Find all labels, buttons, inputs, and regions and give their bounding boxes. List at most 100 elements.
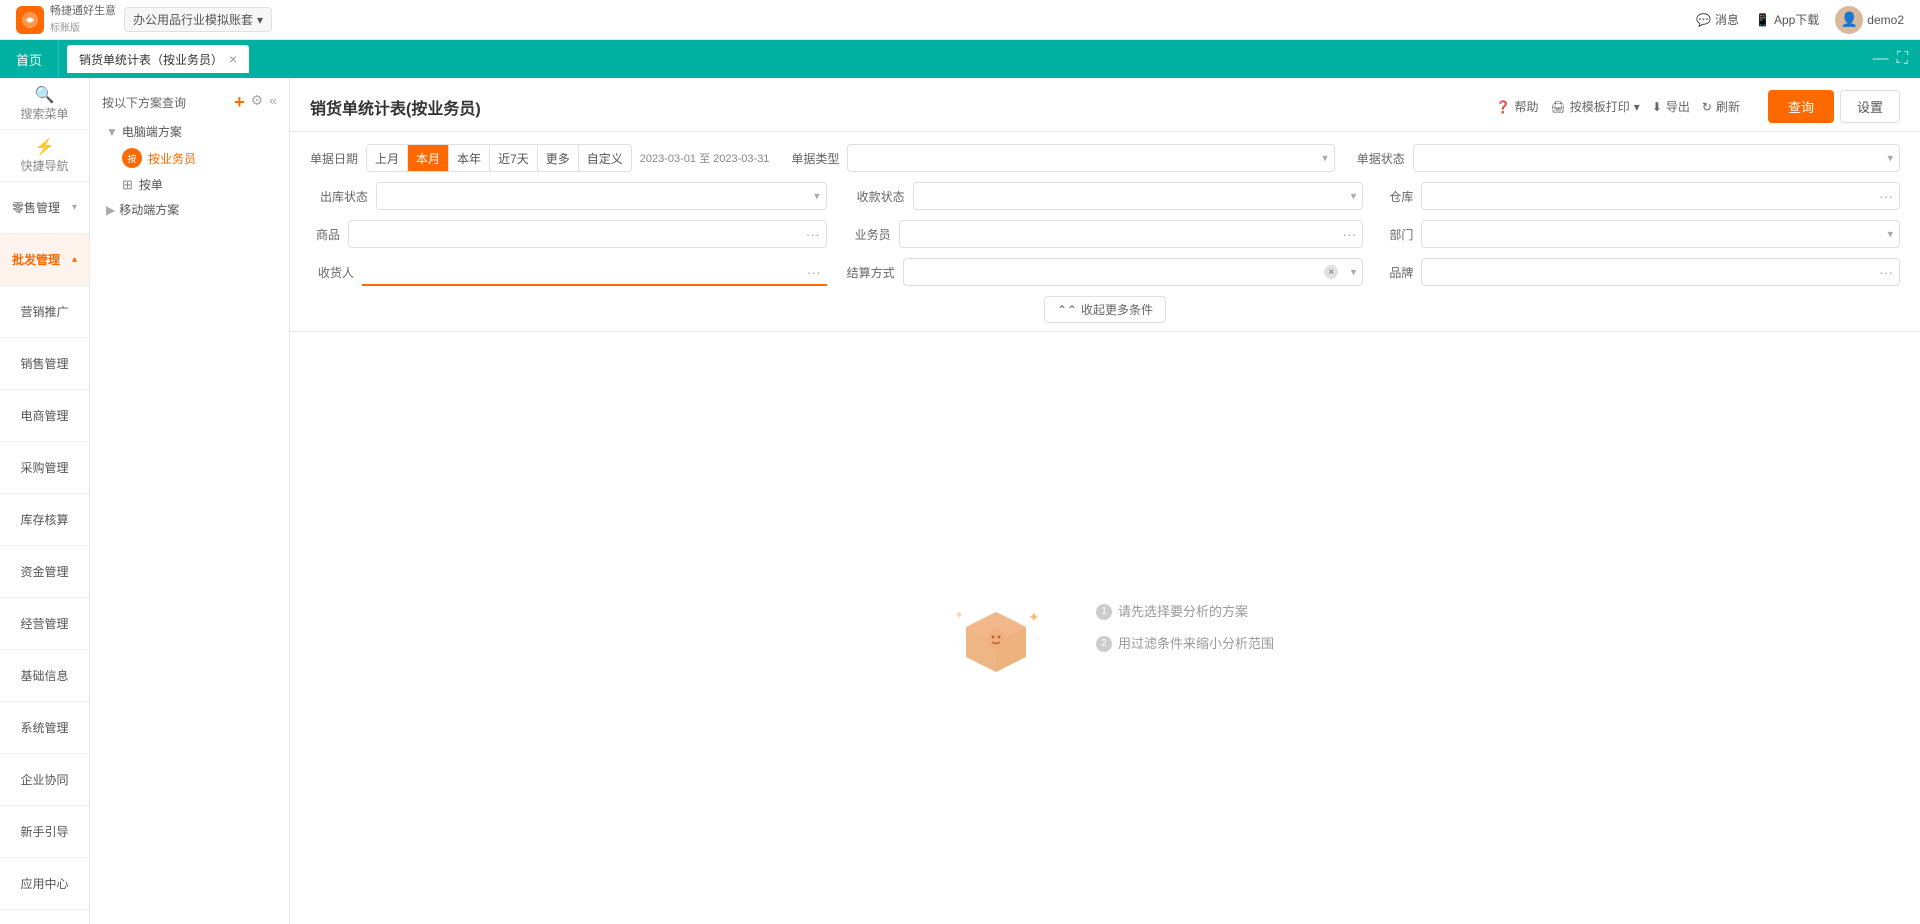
brand-dots[interactable]: ··· [1879, 264, 1893, 280]
goods-select[interactable]: ··· [348, 220, 827, 248]
sidebar-item-purchase[interactable]: 采购管理 [0, 442, 89, 494]
collapse-area: ⌃⌃ 收起更多条件 [310, 296, 1900, 323]
refresh-action[interactable]: ↻ 刷新 [1702, 98, 1740, 115]
sidebar-item-finance[interactable]: 资金管理 [0, 546, 89, 598]
page-title-actions: ❓ 帮助 🖨 按模板打印 ▾ ⬇ 导出 ↻ 刷新 [1496, 90, 1900, 123]
settlement-clear-icon[interactable]: × [1324, 265, 1338, 279]
settings-button[interactable]: 设置 [1840, 90, 1900, 123]
salesperson-select[interactable]: ··· [899, 220, 1364, 248]
department-label: 部门 [1383, 226, 1413, 243]
settlement-select[interactable]: × ▾ [903, 258, 1364, 286]
warehouse-select[interactable]: ··· [1421, 182, 1900, 210]
user-area[interactable]: 👤 demo2 [1835, 6, 1904, 34]
out-status-field: ▾ [376, 182, 827, 210]
sidebar-item-purchase-label: 采购管理 [20, 459, 68, 476]
filter-row-2: 出库状态 ▾ 收款状态 ▾ [310, 182, 1900, 210]
app-selector-arrow: ▾ [257, 13, 263, 27]
brand-select[interactable]: ··· [1421, 258, 1900, 286]
date-btn-more[interactable]: 更多 [538, 145, 579, 171]
doc-type-select[interactable]: ▾ [847, 144, 1334, 172]
sidebar-item-system[interactable]: 系统管理 [0, 702, 89, 754]
doc-status-select[interactable]: ▾ [1413, 144, 1900, 172]
sidebar-item-apps[interactable]: 应用中心 [0, 858, 89, 910]
filter-doc-type-group: 单据类型 ▾ [789, 144, 1334, 172]
tab-bar-right: — ⛶ [1873, 50, 1920, 68]
brand-field: ··· [1421, 258, 1900, 286]
tab-close-icon[interactable]: × [229, 52, 237, 66]
export-action[interactable]: ⬇ 导出 [1652, 98, 1690, 115]
help-action[interactable]: ❓ 帮助 [1496, 98, 1539, 115]
panel-add-btn[interactable]: + [234, 92, 245, 113]
department-select[interactable]: ▾ [1421, 220, 1900, 248]
filter-row-3: 商品 ··· 业务员 ··· [310, 220, 1900, 248]
panel-collapse-btn[interactable]: « [269, 92, 277, 113]
help-label: 帮助 [1515, 98, 1539, 115]
step-2-num: 2 [1096, 636, 1112, 652]
sidebar-item-retail[interactable]: 零售管理 ▾ [0, 182, 89, 234]
sidebar-item-marketing[interactable]: 营销推广 [0, 286, 89, 338]
panel-settings-btn[interactable]: ⚙ [251, 92, 264, 113]
tree-desktop-label: 电脑端方案 [122, 123, 182, 140]
sidebar-item-guide-label: 新手引导 [20, 823, 68, 840]
warehouse-dots[interactable]: ··· [1879, 188, 1893, 204]
sidebar-search[interactable]: 🔍 搜索菜单 [0, 78, 89, 130]
payment-status-select[interactable]: ▾ [913, 182, 1364, 210]
sidebar-item-operations-label: 经营管理 [20, 615, 68, 632]
sidebar-item-enterprise-label: 企业协同 [20, 771, 68, 788]
sidebar-item-wechat[interactable]: 企业微信 [0, 910, 89, 924]
receiver-dots[interactable]: ··· [807, 264, 821, 280]
goods-dots[interactable]: ··· [806, 226, 820, 242]
doc-status-arrow: ▾ [1887, 152, 1893, 165]
date-btn-custom[interactable]: 自定义 [579, 145, 631, 171]
shortcut-icon: ⚡ [35, 137, 55, 157]
salesperson-label: 业务员 [847, 226, 891, 243]
tree-desktop-node[interactable]: ▼ 电脑端方案 [90, 119, 289, 144]
print-label: 按模板打印 [1570, 98, 1630, 115]
doc-type-arrow: ▾ [1322, 152, 1328, 165]
print-action[interactable]: 🖨 按模板打印 ▾ [1551, 98, 1640, 115]
salesperson-dots[interactable]: ··· [1342, 226, 1356, 242]
collapse-button[interactable]: ⌃⌃ 收起更多条件 [1044, 296, 1166, 323]
date-btn-this-year[interactable]: 本年 [449, 145, 490, 171]
sidebar-item-wholesale[interactable]: 批发管理 ▴ [0, 234, 89, 286]
sidebar-shortcut[interactable]: ⚡ 快捷导航 [0, 130, 89, 182]
sidebar-item-guide[interactable]: 新手引导 [0, 806, 89, 858]
sidebar-item-operations[interactable]: 经营管理 [0, 598, 89, 650]
sidebar-item-enterprise[interactable]: 企业协同 [0, 754, 89, 806]
tree-mobile-node[interactable]: ▶ 移动端方案 [90, 197, 289, 222]
step-1-num: 1 [1096, 604, 1112, 620]
header-right: 💬 消息 📱 App下载 👤 demo2 [1696, 6, 1904, 34]
department-arrow: ▾ [1887, 228, 1893, 241]
sidebar-item-ecommerce[interactable]: 电商管理 [0, 390, 89, 442]
tree-active-indicator: 按 [122, 148, 142, 168]
out-status-select[interactable]: ▾ [376, 182, 827, 210]
tab-minimize-icon[interactable]: — [1873, 50, 1889, 68]
tab-home[interactable]: 首页 [0, 40, 59, 78]
tab-current[interactable]: 销货单统计表（按业务员） × [67, 45, 249, 73]
main-layout: 🔍 搜索菜单 ⚡ 快捷导航 零售管理 ▾ 批发管理 ▴ 营销推广 销售管理 电商… [0, 78, 1920, 924]
sidebar-item-basic[interactable]: 基础信息 [0, 650, 89, 702]
goods-label: 商品 [310, 226, 340, 243]
tab-maximize-icon[interactable]: ⛶ [1897, 50, 1908, 68]
empty-step-1: 1 请先选择要分析的方案 [1096, 599, 1274, 625]
tree-child-salesperson[interactable]: 按 按业务员 [90, 144, 289, 172]
tree-child-order[interactable]: ⊞ 按单 [90, 172, 289, 197]
out-status-arrow: ▾ [814, 190, 820, 203]
app-download-action[interactable]: 📱 App下载 [1755, 11, 1819, 28]
message-action[interactable]: 💬 消息 [1696, 11, 1739, 28]
query-button[interactable]: 查询 [1768, 90, 1834, 123]
tree-mobile-label: 移动端方案 [119, 201, 179, 218]
user-name: demo2 [1867, 13, 1904, 27]
receiver-input[interactable] [362, 258, 827, 286]
date-btn-last-month[interactable]: 上月 [367, 145, 408, 171]
app-selector[interactable]: 办公用品行业模拟账套 ▾ [124, 7, 272, 32]
help-icon: ❓ [1496, 100, 1511, 114]
date-btn-7days[interactable]: 近7天 [490, 145, 538, 171]
sidebar-item-sales[interactable]: 销售管理 [0, 338, 89, 390]
salesperson-field: ··· [899, 220, 1364, 248]
date-btn-this-month[interactable]: 本月 [408, 145, 449, 171]
empty-content: ✦ ✦ · · 1 请先选择要分析的方案 2 [936, 577, 1274, 680]
sidebar-item-inventory[interactable]: 库存核算 [0, 494, 89, 546]
tab-bar: 首页 销货单统计表（按业务员） × — ⛶ [0, 40, 1920, 78]
sidebar-item-retail-label: 零售管理 [12, 199, 60, 216]
